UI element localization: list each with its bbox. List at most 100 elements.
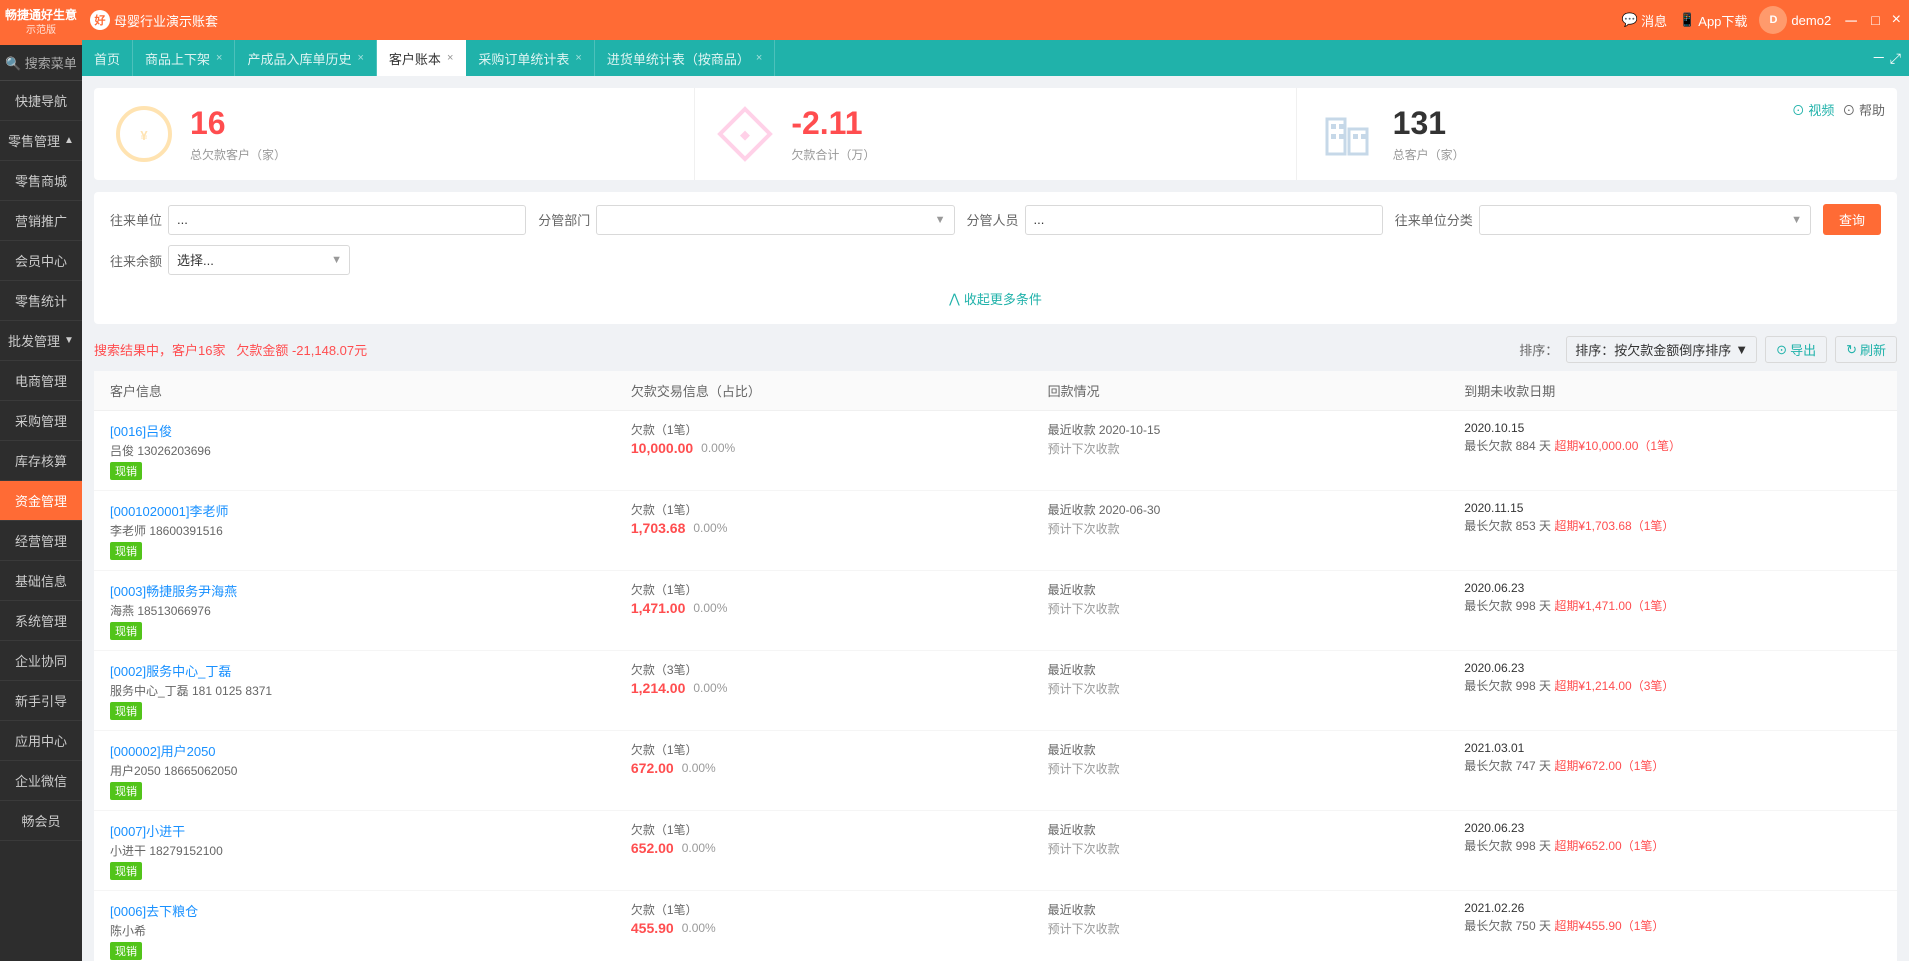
debt-percent: 0.00%: [682, 841, 716, 855]
debt-row: 1,471.00 0.00%: [631, 598, 1048, 618]
tab-close-icon[interactable]: ×: [216, 52, 222, 64]
dept-input[interactable]: ▼: [596, 205, 954, 235]
sidebar-item-retail-mgmt[interactable]: 零售管理 ▲: [0, 121, 82, 161]
tab-maximize-icon[interactable]: ⤢: [1890, 50, 1901, 67]
tab-close-icon[interactable]: ×: [575, 52, 581, 64]
tab-purchase-order[interactable]: 采购订单统计表 ×: [466, 40, 594, 76]
customer-name[interactable]: [000002]用户2050: [110, 741, 631, 760]
col-recovery: 回款情况: [1048, 381, 1465, 400]
debt-info-cell: 欠款（1笔） 672.00 0.00%: [631, 741, 1048, 778]
tab-close-icon[interactable]: ×: [357, 52, 363, 64]
sidebar-item-system[interactable]: 系统管理: [0, 601, 82, 641]
sidebar-logo: 畅捷通好生意 示范版: [0, 0, 82, 45]
user-area[interactable]: D demo2: [1759, 6, 1831, 34]
source-unit-input[interactable]: ...: [168, 205, 526, 235]
tab-close-icon[interactable]: ×: [756, 52, 762, 64]
overdue-link[interactable]: 超期¥10,000.00（1笔）: [1554, 439, 1681, 453]
collapse-button[interactable]: ⋀ 收起更多条件: [110, 285, 1881, 312]
close-button[interactable]: ×: [1892, 11, 1901, 29]
customer-info-cell: [0002]服务中心_丁磊 服务中心_丁磊 181 0125 8371 现销: [110, 661, 631, 720]
recovery-date: 最近收款: [1048, 821, 1465, 838]
sidebar-item-finance[interactable]: 资金管理: [0, 481, 82, 521]
debt-count: 欠款（3笔）: [631, 661, 1048, 678]
customer-sub: 服务中心_丁磊 181 0125 8371: [110, 682, 631, 699]
manager-input[interactable]: ...: [1025, 205, 1383, 235]
recovery-next: 预计下次收款: [1048, 440, 1465, 457]
sidebar-item-ecommerce[interactable]: 电商管理: [0, 361, 82, 401]
video-button[interactable]: ⊙ 视频: [1792, 100, 1835, 119]
app-name: 畅捷通好生意: [4, 8, 78, 24]
sidebar-item-enterprise-coop[interactable]: 企业协同: [0, 641, 82, 681]
sidebar-item-new-guide[interactable]: 新手引导: [0, 681, 82, 721]
unit-category-label: 往来单位分类: [1395, 210, 1473, 229]
refresh-icon: ↻: [1846, 342, 1857, 358]
debt-percent: 0.00%: [701, 441, 735, 455]
overdue-link[interactable]: 超期¥1,471.00（1笔）: [1554, 599, 1674, 613]
overdue-info-cell: 2021.03.01 最长欠款 747 天 超期¥672.00（1笔）: [1464, 741, 1881, 774]
message-button[interactable]: 💬 消息: [1622, 11, 1667, 30]
overdue-link[interactable]: 超期¥672.00（1笔）: [1554, 759, 1664, 773]
sidebar-item-marketing[interactable]: 营销推广: [0, 201, 82, 241]
sidebar-item-inventory[interactable]: 库存核算: [0, 441, 82, 481]
sidebar-item-retail-stats[interactable]: 零售统计: [0, 281, 82, 321]
balance-select[interactable]: 选择... 正数 负数 零: [168, 245, 350, 275]
debt-row: 455.90 0.00%: [631, 918, 1048, 938]
sidebar-item-basic-info[interactable]: 基础信息: [0, 561, 82, 601]
building-icon: [1317, 104, 1377, 164]
sidebar-item-business[interactable]: 经营管理: [0, 521, 82, 561]
customer-name[interactable]: [0003]畅捷服务尹海燕: [110, 581, 631, 600]
refresh-button[interactable]: ↻ 刷新: [1835, 336, 1897, 363]
debt-percent: 0.00%: [693, 601, 727, 615]
tab-close-icon[interactable]: ×: [447, 52, 453, 64]
customer-sub: 小进干 18279152100: [110, 842, 631, 859]
topbar: 好 母婴行业演示账套 💬 消息 📱 App下载 D demo2 － □ ×: [82, 0, 1909, 40]
debt-amount: 10,000.00: [631, 440, 693, 456]
export-button[interactable]: ⊙ 导出: [1765, 336, 1827, 363]
sidebar-item-app-center[interactable]: 应用中心: [0, 721, 82, 761]
maximize-button[interactable]: □: [1871, 12, 1879, 28]
recovery-date: 最近收款 2020-10-15: [1048, 421, 1465, 438]
search-button[interactable]: 查询: [1823, 204, 1881, 235]
debt-amount: 652.00: [631, 840, 674, 856]
filter-row-2: 往来余额 选择... 正数 负数 零 ▼: [110, 245, 1881, 275]
filter-dept: 分管部门 ▼: [538, 205, 954, 235]
customer-name[interactable]: [0001020001]李老师: [110, 501, 631, 520]
tab-customer-account[interactable]: 客户账本 ×: [377, 40, 466, 76]
quick-nav[interactable]: 快捷导航: [0, 81, 82, 121]
help-button[interactable]: ⊙ 帮助: [1842, 100, 1885, 119]
minimize-button[interactable]: －: [1843, 8, 1859, 32]
tab-product-off[interactable]: 商品上下架 ×: [133, 40, 235, 76]
unit-category-input[interactable]: ▼: [1479, 205, 1811, 235]
overdue-link[interactable]: 超期¥455.90（1笔）: [1554, 919, 1664, 933]
search-menu[interactable]: 🔍 搜索菜单: [0, 45, 82, 81]
customer-name[interactable]: [0007]小进干: [110, 821, 631, 840]
sidebar-item-batch-mgmt[interactable]: 批发管理 ▼: [0, 321, 82, 361]
sidebar-item-enterprise-wechat[interactable]: 企业微信: [0, 761, 82, 801]
sidebar-item-vip[interactable]: 畅会员: [0, 801, 82, 841]
overdue-link[interactable]: 超期¥1,214.00（3笔）: [1554, 679, 1674, 693]
app-download-button[interactable]: 📱 App下载: [1679, 11, 1747, 30]
debt-count: 欠款（1笔）: [631, 501, 1048, 518]
sidebar-item-member[interactable]: 会员中心: [0, 241, 82, 281]
debt-amount: 1,471.00: [631, 600, 686, 616]
debt-count: 欠款（1笔）: [631, 821, 1048, 838]
customer-name[interactable]: [0016]吕俊: [110, 421, 631, 440]
debt-percent: 0.00%: [693, 521, 727, 535]
filter-unit-category: 往来单位分类 ▼: [1395, 205, 1811, 235]
customer-name[interactable]: [0006]去下粮仓: [110, 901, 631, 920]
overdue-link[interactable]: 超期¥1,703.68（1笔）: [1554, 519, 1674, 533]
sort-select[interactable]: 排序：按欠款金额倒序排序 ▼: [1566, 336, 1757, 363]
customer-name[interactable]: [0002]服务中心_丁磊: [110, 661, 631, 680]
customer-tag: 现销: [110, 942, 142, 960]
debt-row: 1,214.00 0.00%: [631, 678, 1048, 698]
overdue-link[interactable]: 超期¥652.00（1笔）: [1554, 839, 1664, 853]
tab-home[interactable]: 首页: [82, 40, 133, 76]
sidebar: 畅捷通好生意 示范版 🔍 搜索菜单 快捷导航 零售管理 ▲ 零售商城 营销推广 …: [0, 0, 82, 961]
source-unit-label: 往来单位: [110, 210, 162, 229]
tab-minimize-icon[interactable]: －: [1872, 48, 1886, 68]
sidebar-item-purchase[interactable]: 采购管理: [0, 401, 82, 441]
sidebar-item-retail-mall[interactable]: 零售商城: [0, 161, 82, 201]
export-icon: ⊙: [1776, 342, 1787, 358]
tab-production-history[interactable]: 产成品入库单历史 ×: [235, 40, 376, 76]
tab-purchase-stat[interactable]: 进货单统计表（按商品） ×: [595, 40, 775, 76]
